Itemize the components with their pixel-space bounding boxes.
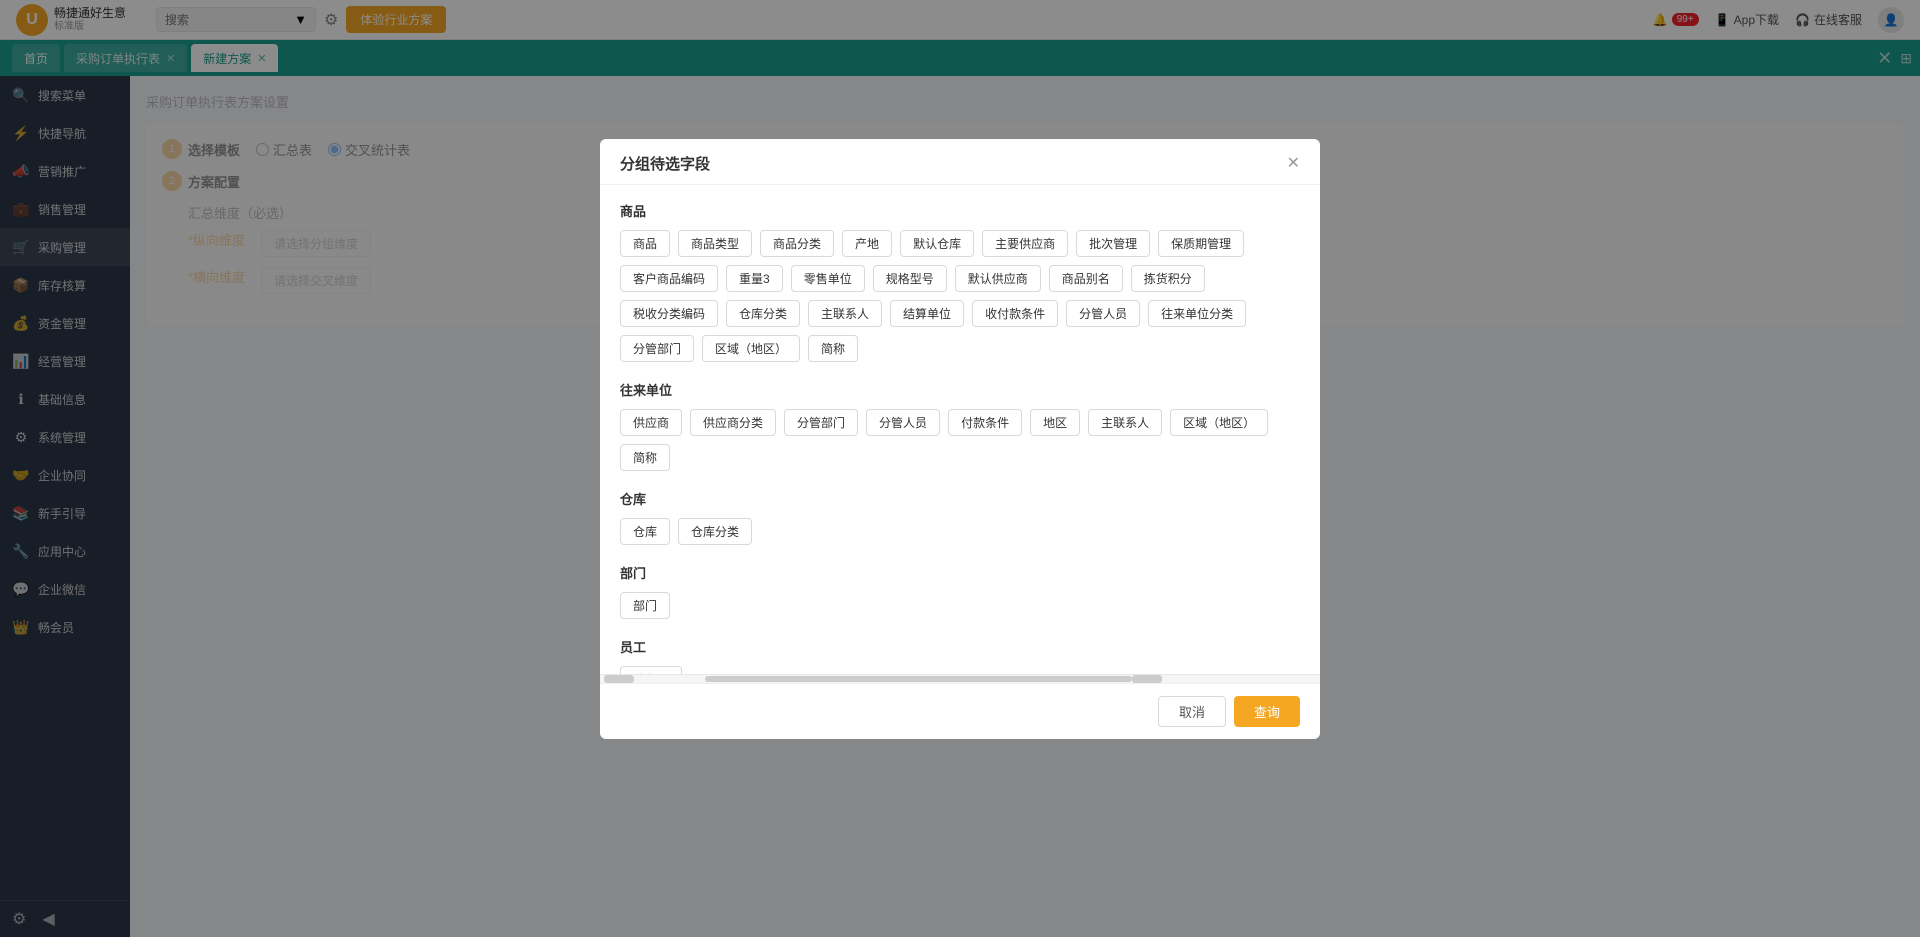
partner-fields: 供应商 供应商分类 分管部门 分管人员 付款条件 地区 主联系人 区域（地区） …	[620, 409, 1300, 471]
field-main-contact[interactable]: 主联系人	[808, 300, 882, 327]
field-weight3[interactable]: 重量3	[726, 265, 783, 292]
field-partner-region[interactable]: 地区	[1030, 409, 1080, 436]
field-expiry-manage[interactable]: 保质期管理	[1158, 230, 1244, 257]
field-default-warehouse[interactable]: 默认仓库	[900, 230, 974, 257]
field-tax-code[interactable]: 税收分类编码	[620, 300, 718, 327]
section-product-title: 商品	[620, 201, 1300, 220]
section-department-title: 部门	[620, 563, 1300, 582]
section-employee: 员工 业务员	[620, 637, 1300, 674]
field-select-modal: 分组待选字段 ✕ 商品 商品 商品类型 商品分类 产地 默认仓库 主要供应商 批…	[600, 139, 1320, 739]
employee-fields: 业务员	[620, 666, 1300, 674]
field-dept[interactable]: 分管部门	[620, 335, 694, 362]
modal-body: 商品 商品 商品类型 商品分类 产地 默认仓库 主要供应商 批次管理 保质期管理…	[600, 185, 1320, 674]
field-default-supplier[interactable]: 默认供应商	[955, 265, 1041, 292]
confirm-button[interactable]: 查询	[1234, 696, 1300, 727]
field-warehouse-cat[interactable]: 仓库分类	[678, 518, 752, 545]
field-supplier-category[interactable]: 供应商分类	[690, 409, 776, 436]
modal-overlay[interactable]: 分组待选字段 ✕ 商品 商品 商品类型 商品分类 产地 默认仓库 主要供应商 批…	[0, 0, 1920, 937]
field-partner-shortname[interactable]: 简称	[620, 444, 670, 471]
hscroll-left	[604, 675, 634, 683]
cancel-button[interactable]: 取消	[1158, 696, 1226, 727]
field-product[interactable]: 商品	[620, 230, 670, 257]
department-fields: 部门	[620, 592, 1300, 619]
product-fields: 商品 商品类型 商品分类 产地 默认仓库 主要供应商 批次管理 保质期管理 客户…	[620, 230, 1300, 362]
field-warehouse-category[interactable]: 仓库分类	[726, 300, 800, 327]
field-settlement-unit[interactable]: 结算单位	[890, 300, 964, 327]
field-customer-code[interactable]: 客户商品编码	[620, 265, 718, 292]
section-department: 部门 部门	[620, 563, 1300, 619]
modal-hscrollbar[interactable]	[600, 674, 1320, 683]
field-main-supplier[interactable]: 主要供应商	[982, 230, 1068, 257]
field-partner-area[interactable]: 区域（地区）	[1170, 409, 1268, 436]
section-employee-title: 员工	[620, 637, 1300, 656]
modal-footer: 取消 查询	[600, 683, 1320, 739]
field-spec-model[interactable]: 规格型号	[873, 265, 947, 292]
field-manager[interactable]: 分管人员	[1066, 300, 1140, 327]
modal-title: 分组待选字段	[620, 153, 710, 174]
field-partner-contact[interactable]: 主联系人	[1088, 409, 1162, 436]
section-warehouse-title: 仓库	[620, 489, 1300, 508]
field-batch-manage[interactable]: 批次管理	[1076, 230, 1150, 257]
field-product-category[interactable]: 商品分类	[760, 230, 834, 257]
field-product-type[interactable]: 商品类型	[678, 230, 752, 257]
field-department[interactable]: 部门	[620, 592, 670, 619]
field-shortname[interactable]: 简称	[808, 335, 858, 362]
modal-header: 分组待选字段 ✕	[600, 139, 1320, 185]
field-product-alias[interactable]: 商品别名	[1049, 265, 1123, 292]
modal-close-button[interactable]: ✕	[1287, 153, 1300, 173]
hscroll-thumb[interactable]	[705, 676, 1132, 682]
section-partner: 往来单位 供应商 供应商分类 分管部门 分管人员 付款条件 地区 主联系人 区域…	[620, 380, 1300, 471]
field-warehouse[interactable]: 仓库	[620, 518, 670, 545]
field-partner-payment[interactable]: 付款条件	[948, 409, 1022, 436]
field-partner-dept[interactable]: 分管部门	[784, 409, 858, 436]
warehouse-fields: 仓库 仓库分类	[620, 518, 1300, 545]
hscroll-right	[1132, 675, 1162, 683]
section-partner-title: 往来单位	[620, 380, 1300, 399]
section-warehouse: 仓库 仓库 仓库分类	[620, 489, 1300, 545]
field-partner-category[interactable]: 往来单位分类	[1148, 300, 1246, 327]
field-origin[interactable]: 产地	[842, 230, 892, 257]
field-supplier[interactable]: 供应商	[620, 409, 682, 436]
field-payment-terms[interactable]: 收付款条件	[972, 300, 1058, 327]
field-partner-manager[interactable]: 分管人员	[866, 409, 940, 436]
field-retail-unit[interactable]: 零售单位	[791, 265, 865, 292]
field-region[interactable]: 区域（地区）	[702, 335, 800, 362]
field-salesperson[interactable]: 业务员	[620, 666, 682, 674]
section-product: 商品 商品 商品类型 商品分类 产地 默认仓库 主要供应商 批次管理 保质期管理…	[620, 201, 1300, 362]
field-pick-points[interactable]: 拣货积分	[1131, 265, 1205, 292]
